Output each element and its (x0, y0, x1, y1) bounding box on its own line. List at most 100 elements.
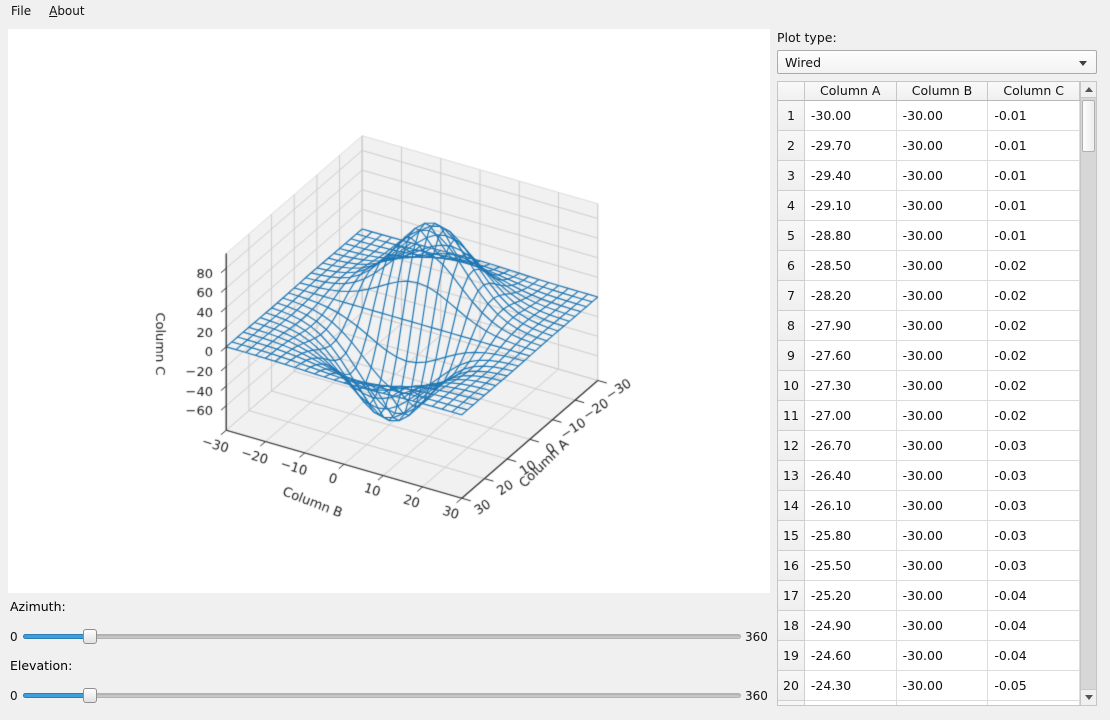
table-cell[interactable]: -27.60 (805, 341, 897, 371)
table-row[interactable]: 13-26.40-30.00-0.03 (778, 461, 1080, 491)
table-cell[interactable]: -30.00 (897, 581, 989, 611)
row-header[interactable]: 12 (778, 431, 805, 461)
row-header[interactable]: 10 (778, 371, 805, 401)
table-cell[interactable]: -29.70 (805, 131, 897, 161)
table-cell[interactable]: -30.00 (897, 371, 989, 401)
table-cell[interactable]: -26.70 (805, 431, 897, 461)
table-cell[interactable]: -0.04 (988, 611, 1080, 641)
table-row[interactable]: 17-25.20-30.00-0.04 (778, 581, 1080, 611)
table-cell[interactable]: -27.30 (805, 371, 897, 401)
table-cell[interactable]: -0.02 (988, 251, 1080, 281)
table-row[interactable]: 5-28.80-30.00-0.01 (778, 221, 1080, 251)
row-header[interactable]: 4 (778, 191, 805, 221)
row-header[interactable]: 15 (778, 521, 805, 551)
table-row[interactable]: 7-28.20-30.00-0.02 (778, 281, 1080, 311)
table-cell[interactable]: -29.10 (805, 191, 897, 221)
row-header[interactable]: 18 (778, 611, 805, 641)
table-cell[interactable]: -30.00 (897, 611, 989, 641)
table-cell[interactable]: -0.01 (988, 221, 1080, 251)
table-cell[interactable]: -0.04 (988, 641, 1080, 671)
table-cell[interactable]: -28.80 (805, 221, 897, 251)
table-cell[interactable]: -25.20 (805, 581, 897, 611)
table-cell[interactable]: -30.00 (897, 221, 989, 251)
row-header[interactable]: 17 (778, 581, 805, 611)
scrollbar-down-button[interactable] (1081, 689, 1096, 705)
row-header[interactable]: 16 (778, 551, 805, 581)
plot-type-select[interactable]: Wired (777, 50, 1097, 74)
table-cell[interactable]: -30.00 (897, 191, 989, 221)
table-cell[interactable]: -0.02 (988, 371, 1080, 401)
row-header[interactable]: 19 (778, 641, 805, 671)
table-cell[interactable]: -30.00 (897, 131, 989, 161)
table-cell[interactable]: -0.03 (988, 551, 1080, 581)
table-cell[interactable]: -24.60 (805, 641, 897, 671)
table-row-partial[interactable] (778, 701, 1080, 705)
table-cell[interactable]: -30.00 (897, 641, 989, 671)
table-cell[interactable]: -0.01 (988, 161, 1080, 191)
table-cell[interactable]: -0.01 (988, 131, 1080, 161)
table-cell[interactable]: -0.03 (988, 431, 1080, 461)
table-row[interactable]: 14-26.10-30.00-0.03 (778, 491, 1080, 521)
row-header[interactable]: 5 (778, 221, 805, 251)
row-header[interactable]: 20 (778, 671, 805, 701)
table-row[interactable]: 18-24.90-30.00-0.04 (778, 611, 1080, 641)
table-row[interactable]: 2-29.70-30.00-0.01 (778, 131, 1080, 161)
table-cell[interactable]: -30.00 (897, 101, 989, 131)
table-cell[interactable]: -0.04 (988, 581, 1080, 611)
table-cell[interactable]: -26.40 (805, 461, 897, 491)
table-cell[interactable]: -26.10 (805, 491, 897, 521)
table-cell[interactable]: -27.90 (805, 311, 897, 341)
table-row[interactable]: 9-27.60-30.00-0.02 (778, 341, 1080, 371)
elevation-slider-track[interactable] (23, 693, 741, 698)
table-cell[interactable]: -30.00 (805, 101, 897, 131)
table-cell[interactable]: -0.03 (988, 521, 1080, 551)
table-cell[interactable]: -30.00 (897, 281, 989, 311)
row-header[interactable]: 2 (778, 131, 805, 161)
table-cell[interactable]: -30.00 (897, 341, 989, 371)
elevation-slider-handle[interactable] (83, 688, 97, 703)
table-row[interactable]: 19-24.60-30.00-0.04 (778, 641, 1080, 671)
table-row[interactable]: 10-27.30-30.00-0.02 (778, 371, 1080, 401)
table-row[interactable]: 4-29.10-30.00-0.01 (778, 191, 1080, 221)
column-header[interactable]: Column C (988, 82, 1080, 100)
table-cell[interactable]: -30.00 (897, 521, 989, 551)
row-header[interactable]: 3 (778, 161, 805, 191)
table-cell[interactable]: -0.05 (988, 671, 1080, 701)
azimuth-slider-track[interactable] (23, 634, 741, 639)
table-cell[interactable] (988, 701, 1080, 705)
azimuth-slider-handle[interactable] (83, 629, 97, 644)
menu-file[interactable]: File (2, 1, 40, 21)
table-cell[interactable]: -30.00 (897, 491, 989, 521)
table-cell[interactable]: -0.02 (988, 281, 1080, 311)
table-cell[interactable]: -30.00 (897, 551, 989, 581)
table-cell[interactable]: -0.02 (988, 401, 1080, 431)
table-cell[interactable]: -28.20 (805, 281, 897, 311)
table-cell[interactable] (805, 701, 897, 705)
table-row[interactable]: 12-26.70-30.00-0.03 (778, 431, 1080, 461)
table-row[interactable]: 1-30.00-30.00-0.01 (778, 101, 1080, 131)
surface-plot-canvas[interactable] (8, 29, 770, 593)
table-cell[interactable]: -30.00 (897, 431, 989, 461)
table-cell[interactable]: -24.30 (805, 671, 897, 701)
table-row[interactable]: 6-28.50-30.00-0.02 (778, 251, 1080, 281)
table-cell[interactable]: -0.02 (988, 311, 1080, 341)
row-header[interactable]: 9 (778, 341, 805, 371)
table-cell[interactable]: -30.00 (897, 671, 989, 701)
elevation-slider[interactable] (23, 688, 741, 703)
table-cell[interactable]: -25.80 (805, 521, 897, 551)
table-row[interactable]: 15-25.80-30.00-0.03 (778, 521, 1080, 551)
row-header[interactable]: 1 (778, 101, 805, 131)
menu-about[interactable]: About (40, 1, 94, 21)
row-header[interactable]: 11 (778, 401, 805, 431)
table-cell[interactable]: -0.02 (988, 341, 1080, 371)
scrollbar-up-button[interactable] (1081, 82, 1096, 98)
table-cell[interactable]: -29.40 (805, 161, 897, 191)
table-vertical-scrollbar[interactable] (1080, 82, 1096, 705)
row-header[interactable] (778, 701, 805, 705)
table-row[interactable]: 3-29.40-30.00-0.01 (778, 161, 1080, 191)
table-cell[interactable]: -30.00 (897, 461, 989, 491)
table-cell[interactable]: -30.00 (897, 401, 989, 431)
row-header[interactable]: 6 (778, 251, 805, 281)
row-header[interactable]: 14 (778, 491, 805, 521)
table-cell[interactable]: -30.00 (897, 251, 989, 281)
